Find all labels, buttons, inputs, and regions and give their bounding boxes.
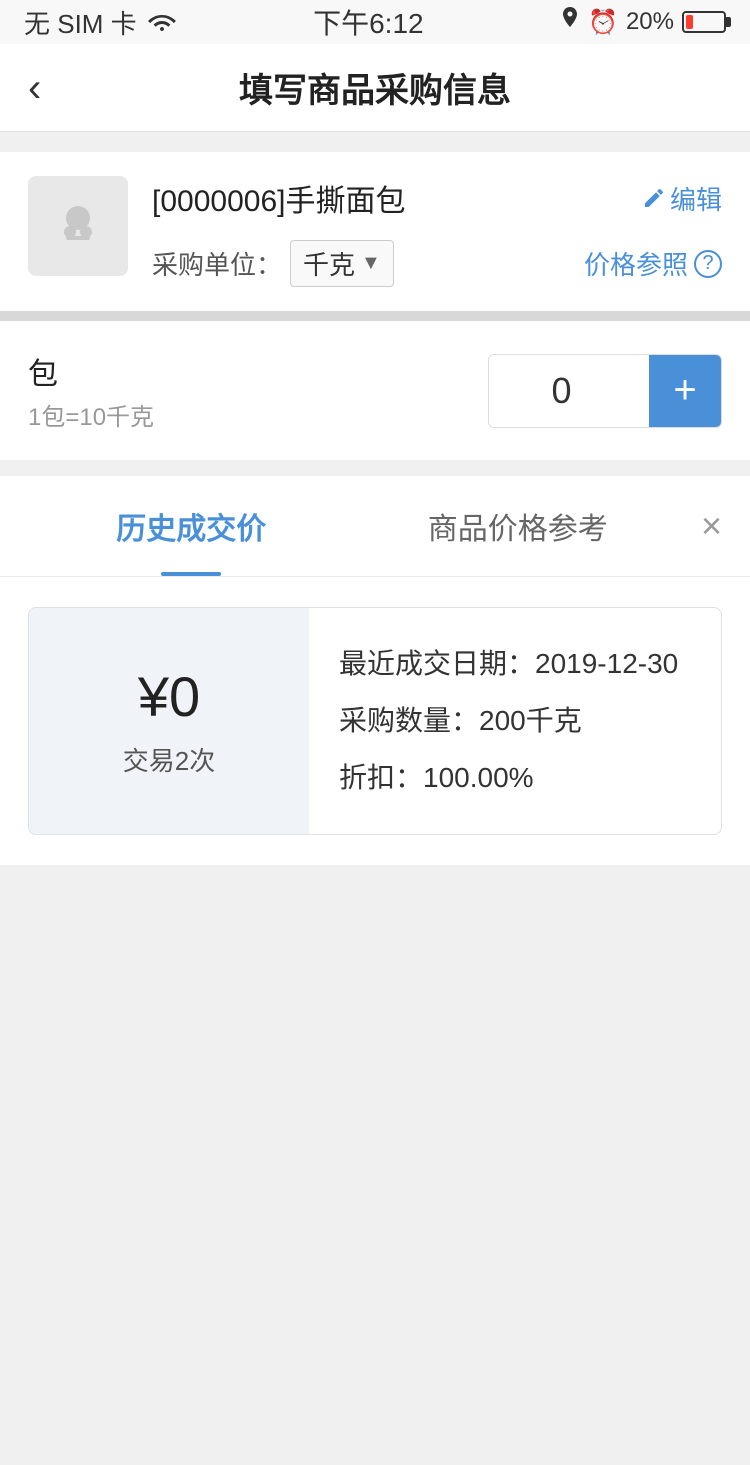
quantity-plus-button[interactable]: + — [649, 355, 721, 427]
price-times: 交易2次 — [123, 741, 215, 778]
product-name: [0000006]手撕面包 — [152, 176, 405, 220]
bottom-area — [0, 865, 750, 1465]
price-ref-info-icon: ? — [694, 250, 722, 278]
separator — [0, 311, 750, 321]
tab-close-button[interactable]: × — [681, 485, 722, 567]
unit-dropdown-arrow: ▼ — [361, 252, 381, 275]
back-button[interactable]: ‹ — [28, 68, 41, 108]
tab-content: ¥0 交易2次 最近成交日期：2019-12-30 采购数量：200千克 折扣：… — [0, 577, 750, 865]
battery-percent: 20% — [626, 8, 674, 36]
wifi-icon — [147, 7, 177, 38]
quantity-unit-sub: 1包=10千克 — [28, 397, 154, 432]
nav-bar: ‹ 填写商品采购信息 — [0, 44, 750, 132]
status-time: 下午6:12 — [313, 2, 424, 42]
price-detail-date: 最近成交日期：2019-12-30 — [339, 644, 691, 683]
tab-price-reference[interactable]: 商品价格参考 — [354, 476, 680, 576]
tab-history-price[interactable]: 历史成交价 — [28, 476, 354, 576]
status-right: ⏰ 20% — [560, 7, 726, 38]
edit-button[interactable]: 编辑 — [642, 180, 722, 217]
tab-header: 历史成交价 商品价格参考 × — [0, 476, 750, 577]
quantity-input[interactable] — [489, 355, 649, 427]
quantity-row: 包 1包=10千克 + — [0, 321, 750, 460]
status-left: 无 SIM 卡 — [24, 4, 177, 41]
price-detail-quantity: 采购数量：200千克 — [339, 701, 691, 740]
tab-panel: 历史成交价 商品价格参考 × ¥0 交易2次 最近成交日期：2019-12-30… — [0, 476, 750, 865]
product-info: [0000006]手撕面包 编辑 采购单位： 千克 ▼ 价格参照 ? — [152, 176, 722, 287]
quantity-label-group: 包 1包=10千克 — [28, 349, 154, 432]
unit-label: 采购单位： — [152, 245, 282, 282]
location-icon — [560, 7, 580, 38]
alarm-icon: ⏰ — [588, 8, 618, 37]
quantity-unit-main: 包 — [28, 349, 154, 393]
quantity-input-group: + — [488, 354, 722, 428]
battery-icon — [682, 11, 726, 33]
price-card: ¥0 交易2次 最近成交日期：2019-12-30 采购数量：200千克 折扣：… — [28, 607, 722, 835]
price-detail-discount: 折扣：100.00% — [339, 758, 691, 797]
price-amount: ¥0 — [138, 664, 200, 729]
price-right: 最近成交日期：2019-12-30 采购数量：200千克 折扣：100.00% — [309, 608, 721, 834]
unit-select[interactable]: 千克 ▼ — [290, 240, 394, 287]
status-bar: 无 SIM 卡 下午6:12 ⏰ 20% — [0, 0, 750, 44]
page-title: 填写商品采购信息 — [239, 63, 511, 112]
product-card: [0000006]手撕面包 编辑 采购单位： 千克 ▼ 价格参照 ? — [0, 152, 750, 311]
price-left: ¥0 交易2次 — [29, 608, 309, 834]
currency-symbol: ¥ — [138, 665, 169, 728]
carrier-text: 无 SIM 卡 — [24, 4, 137, 41]
price-ref-button[interactable]: 价格参照 ? — [584, 245, 722, 282]
product-thumbnail — [28, 176, 128, 276]
